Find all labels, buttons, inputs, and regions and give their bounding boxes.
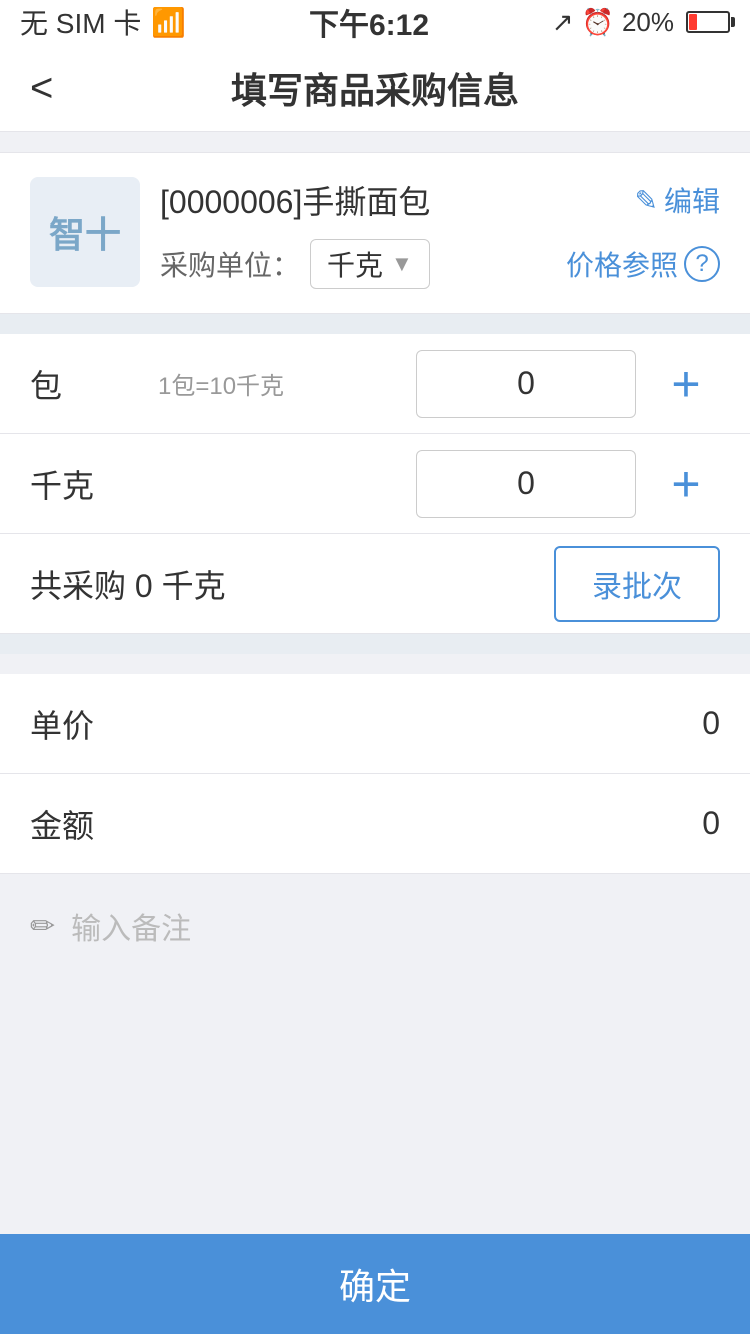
remark-section[interactable]: ✏ 输入备注 [0, 874, 750, 978]
section-divider-1 [0, 314, 750, 334]
record-batch-button[interactable]: 录批次 [554, 546, 720, 622]
unit-label: 采购单位： [160, 244, 300, 284]
nav-bar: < 填写商品采购信息 [0, 44, 750, 132]
kg-quantity-input[interactable] [416, 450, 636, 518]
bag-input-row: 包 1包=10千克 + [0, 334, 750, 434]
status-bar: 无 SIM 卡 📶 下午6:12 ↗ ⏰ 20% [0, 0, 750, 44]
confirm-button-label: 确定 [339, 1258, 411, 1310]
unit-price-value: 0 [702, 705, 720, 742]
back-button[interactable]: < [30, 58, 63, 118]
confirm-bar[interactable]: 确定 [0, 1234, 750, 1334]
sim-status: 无 SIM 卡 [20, 2, 141, 42]
chevron-down-icon: ▼ [391, 251, 413, 277]
bag-quantity-input[interactable] [416, 350, 636, 418]
battery-icon [686, 11, 730, 33]
amount-row: 金额 0 [0, 774, 750, 874]
product-thumbnail: 智十 [30, 177, 140, 287]
unit-select[interactable]: 千克 ▼ [310, 239, 430, 289]
edit-icon: ✎ [635, 184, 658, 217]
bottom-space [0, 978, 750, 1278]
edit-button[interactable]: ✎ 编辑 [635, 180, 720, 220]
kg-plus-button[interactable]: + [652, 450, 720, 518]
kg-input-wrap: + [150, 450, 720, 518]
product-logo: 智十 [49, 206, 121, 258]
bag-input-wrap: + [284, 350, 720, 418]
alarm-icon: ⏰ [582, 7, 614, 38]
amount-value: 0 [702, 805, 720, 842]
status-right: ↗ ⏰ 20% [552, 7, 730, 38]
input-section: 包 1包=10千克 + 千克 + [0, 334, 750, 534]
price-reference-button[interactable]: 价格参照 ? [566, 244, 720, 284]
amount-label: 金额 [30, 801, 94, 847]
unit-price-label: 单价 [30, 701, 94, 747]
unit-value: 千克 [327, 244, 383, 284]
price-ref-label: 价格参照 [566, 244, 678, 284]
section-divider-2 [0, 634, 750, 654]
battery-percent: 20% [622, 7, 674, 38]
edit-label: 编辑 [664, 180, 720, 220]
location-icon: ↗ [552, 7, 574, 38]
price-info-section: 单价 0 金额 0 [0, 674, 750, 874]
product-unit-row: 采购单位： 千克 ▼ 价格参照 ? [160, 239, 720, 289]
product-card: 智十 [0000006]手撕面包 ✎ 编辑 采购单位： 千克 ▼ 价格参照 ? [0, 152, 750, 314]
kg-label: 千克 [30, 461, 150, 507]
total-label: 共采购 0 千克 [30, 561, 226, 607]
battery-fill [689, 14, 697, 30]
total-row: 共采购 0 千克 录批次 [0, 534, 750, 634]
product-title-row: [0000006]手撕面包 ✎ 编辑 [160, 177, 720, 223]
pencil-icon: ✏ [30, 909, 55, 944]
help-icon: ? [684, 246, 720, 282]
remark-placeholder: 输入备注 [71, 904, 191, 948]
bag-label: 包 [30, 361, 150, 407]
product-info: [0000006]手撕面包 ✎ 编辑 采购单位： 千克 ▼ 价格参照 ? [160, 177, 720, 289]
bag-plus-button[interactable]: + [652, 350, 720, 418]
kg-input-row: 千克 + [0, 434, 750, 534]
status-time: 下午6:12 [309, 0, 429, 44]
wifi-icon: 📶 [151, 6, 186, 39]
unit-price-row: 单价 0 [0, 674, 750, 774]
product-name: [0000006]手撕面包 [160, 177, 430, 223]
status-left: 无 SIM 卡 📶 [20, 2, 186, 42]
bag-sublabel: 1包=10千克 [158, 366, 284, 401]
page-title: 填写商品采购信息 [231, 62, 519, 114]
